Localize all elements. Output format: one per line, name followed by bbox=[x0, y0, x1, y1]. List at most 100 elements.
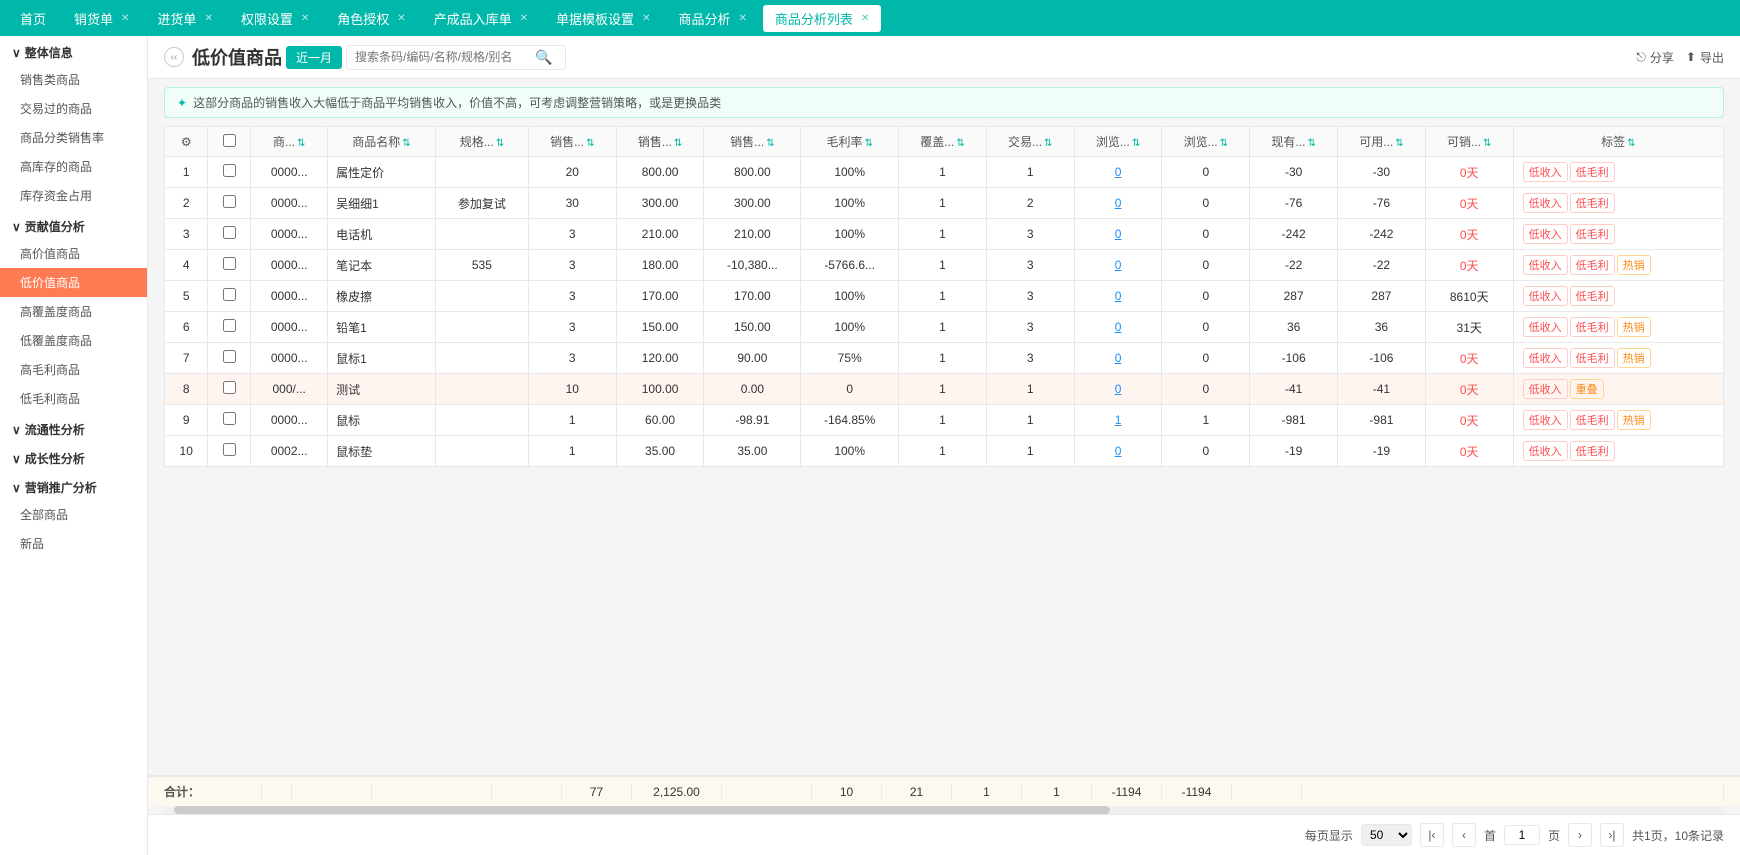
cell-days: 0天 bbox=[1425, 405, 1513, 436]
col-view1[interactable]: 浏览...⇅ bbox=[1074, 127, 1162, 157]
sidebar-item-traded[interactable]: 交易过的商品 bbox=[0, 94, 147, 123]
cell-available: -242 bbox=[1338, 219, 1426, 250]
sidebar-group-growth[interactable]: ∨ 成长性分析 bbox=[0, 442, 147, 471]
col-code[interactable]: 商...⇅ bbox=[251, 127, 328, 157]
next-page-btn[interactable]: › bbox=[1568, 823, 1592, 847]
share-button[interactable]: ⎋ 分享 bbox=[1636, 49, 1674, 66]
sidebar-item-sales-category[interactable]: 销售类商品 bbox=[0, 65, 147, 94]
col-saleable[interactable]: 可销...⇅ bbox=[1425, 127, 1513, 157]
cell-spec bbox=[435, 436, 528, 467]
cell-trade: 3 bbox=[986, 250, 1074, 281]
sidebar-group-overview[interactable]: ∨ 整体信息 bbox=[0, 36, 147, 65]
col-sales3[interactable]: 销售...⇅ bbox=[704, 127, 801, 157]
view-link[interactable]: 0 bbox=[1115, 289, 1122, 303]
col-gear[interactable]: ⚙ bbox=[165, 127, 208, 157]
sidebar-item-new-products[interactable]: 新品 bbox=[0, 529, 147, 558]
data-table: ⚙ 商...⇅ 商品名称⇅ 规格...⇅ 销售...⇅ 销售...⇅ 销售...… bbox=[164, 126, 1724, 467]
export-button[interactable]: ⬆ 导出 bbox=[1686, 49, 1724, 66]
col-sales1[interactable]: 销售...⇅ bbox=[528, 127, 616, 157]
sidebar-toggle-btn[interactable]: ‹‹ bbox=[164, 47, 184, 67]
row-checkbox[interactable] bbox=[223, 319, 236, 332]
view-link[interactable]: 0 bbox=[1115, 351, 1122, 365]
nav-purchase-order[interactable]: 进货单✕ bbox=[145, 5, 224, 32]
row-checkbox[interactable] bbox=[223, 443, 236, 456]
footer-scrollbar[interactable] bbox=[164, 806, 1724, 814]
cell-days: 8610天 bbox=[1425, 281, 1513, 312]
col-spec[interactable]: 规格...⇅ bbox=[435, 127, 528, 157]
col-sales2[interactable]: 销售...⇅ bbox=[616, 127, 704, 157]
view-link[interactable]: 0 bbox=[1115, 196, 1122, 210]
sidebar-group-marketing[interactable]: ∨ 营销推广分析 bbox=[0, 471, 147, 500]
cell-current: 36 bbox=[1250, 312, 1338, 343]
row-checkbox[interactable] bbox=[223, 226, 236, 239]
view-link[interactable]: 1 bbox=[1115, 413, 1122, 427]
view-link[interactable]: 0 bbox=[1115, 320, 1122, 334]
cell-s1: 30 bbox=[528, 188, 616, 219]
select-all-checkbox[interactable] bbox=[223, 134, 236, 147]
sidebar-item-category-sales[interactable]: 商品分类销售率 bbox=[0, 123, 147, 152]
col-tags[interactable]: 标签⇅ bbox=[1513, 127, 1723, 157]
view-link[interactable]: 0 bbox=[1115, 165, 1122, 179]
sidebar-item-high-coverage[interactable]: 高覆盖度商品 bbox=[0, 297, 147, 326]
nav-role-auth[interactable]: 角色授权✕ bbox=[325, 5, 417, 32]
footer-label: 合计： bbox=[164, 783, 214, 800]
view-link[interactable]: 0 bbox=[1115, 258, 1122, 272]
col-gross[interactable]: 毛利率⇅ bbox=[801, 127, 899, 157]
cell-code: 0000... bbox=[251, 250, 328, 281]
row-checkbox[interactable] bbox=[223, 350, 236, 363]
search-icon[interactable]: 🔍 bbox=[535, 49, 552, 66]
cell-current: -19 bbox=[1250, 436, 1338, 467]
sidebar-item-low-coverage[interactable]: 低覆盖度商品 bbox=[0, 326, 147, 355]
row-checkbox[interactable] bbox=[223, 164, 236, 177]
sidebar-group-flow[interactable]: ∨ 流通性分析 bbox=[0, 413, 147, 442]
nav-permission[interactable]: 权限设置✕ bbox=[229, 5, 321, 32]
gear-icon[interactable]: ⚙ bbox=[181, 135, 192, 149]
last-page-btn[interactable]: ›| bbox=[1600, 823, 1624, 847]
sidebar-item-high-value[interactable]: 高价值商品 bbox=[0, 239, 147, 268]
col-trade[interactable]: 交易...⇅ bbox=[986, 127, 1074, 157]
cell-cover: 1 bbox=[899, 250, 987, 281]
first-page-btn[interactable]: |‹ bbox=[1420, 823, 1444, 847]
view-link[interactable]: 0 bbox=[1115, 227, 1122, 241]
sidebar-item-high-margin[interactable]: 高毛利商品 bbox=[0, 355, 147, 384]
footer-scrollbar-thumb[interactable] bbox=[174, 806, 1110, 814]
col-name[interactable]: 商品名称⇅ bbox=[328, 127, 436, 157]
prev-page-btn[interactable]: ‹ bbox=[1452, 823, 1476, 847]
view-link[interactable]: 0 bbox=[1115, 444, 1122, 458]
sidebar-group-contribution[interactable]: ∨ 贡献值分析 bbox=[0, 210, 147, 239]
date-filter-button[interactable]: 近一月 bbox=[286, 46, 342, 69]
cell-days: 0天 bbox=[1425, 436, 1513, 467]
sidebar-item-low-value[interactable]: 低价值商品 bbox=[0, 268, 147, 297]
header-right: ⎋ 分享 ⬆ 导出 bbox=[1636, 49, 1724, 66]
page-number-input[interactable] bbox=[1504, 825, 1540, 845]
col-view2[interactable]: 浏览...⇅ bbox=[1162, 127, 1250, 157]
nav-product-inbound[interactable]: 产成品入库单✕ bbox=[422, 5, 540, 32]
row-checkbox[interactable] bbox=[223, 288, 236, 301]
cell-tags: 低收入低毛利热销 bbox=[1513, 343, 1723, 374]
sidebar-item-all-products[interactable]: 全部商品 bbox=[0, 500, 147, 529]
nav-template-settings[interactable]: 单据模板设置✕ bbox=[544, 5, 662, 32]
row-checkbox[interactable] bbox=[223, 195, 236, 208]
cell-tags: 低收入低毛利热销 bbox=[1513, 250, 1723, 281]
sidebar-item-low-margin[interactable]: 低毛利商品 bbox=[0, 384, 147, 413]
nav-home[interactable]: 首页 bbox=[8, 5, 58, 32]
table-container[interactable]: ⚙ 商...⇅ 商品名称⇅ 规格...⇅ 销售...⇅ 销售...⇅ 销售...… bbox=[148, 126, 1740, 775]
search-input[interactable] bbox=[355, 50, 535, 64]
footer-cell-available bbox=[1232, 785, 1302, 799]
row-checkbox[interactable] bbox=[223, 381, 236, 394]
per-page-select[interactable]: 50 100 200 bbox=[1361, 824, 1412, 846]
cell-available: -76 bbox=[1338, 188, 1426, 219]
col-cover[interactable]: 覆盖...⇅ bbox=[899, 127, 987, 157]
sidebar-section-flow: ∨ 流通性分析 bbox=[0, 413, 147, 442]
col-available[interactable]: 可用...⇅ bbox=[1338, 127, 1426, 157]
col-current[interactable]: 现有...⇅ bbox=[1250, 127, 1338, 157]
row-checkbox[interactable] bbox=[223, 257, 236, 270]
sidebar-item-high-stock[interactable]: 高库存的商品 bbox=[0, 152, 147, 181]
row-checkbox[interactable] bbox=[223, 412, 236, 425]
cell-num: 7 bbox=[165, 343, 208, 374]
sidebar-item-stock-capital[interactable]: 库存资金占用 bbox=[0, 181, 147, 210]
nav-product-analysis[interactable]: 商品分析✕ bbox=[666, 5, 758, 32]
nav-sales-order[interactable]: 销货单✕ bbox=[62, 5, 141, 32]
view-link[interactable]: 0 bbox=[1115, 382, 1122, 396]
nav-product-analysis-list[interactable]: 商品分析列表✕ bbox=[763, 5, 881, 32]
